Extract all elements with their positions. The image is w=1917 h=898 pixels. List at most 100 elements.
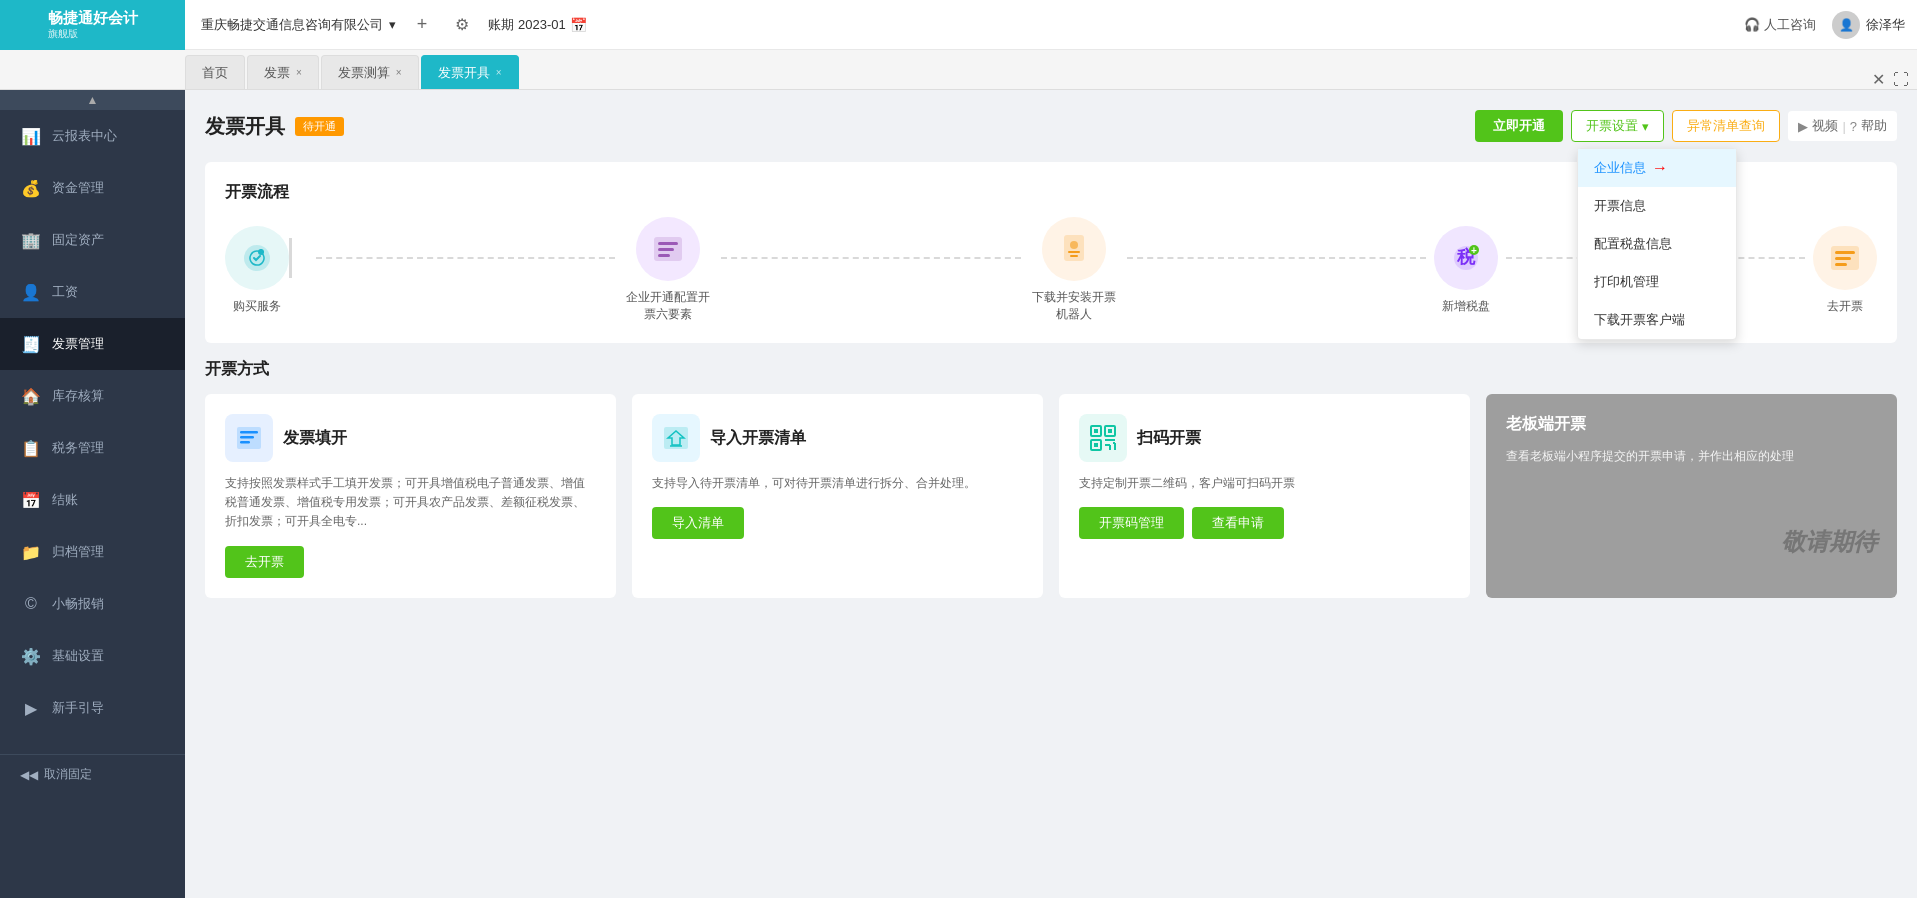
view-apply-button[interactable]: 查看申请 (1192, 507, 1284, 539)
header-actions: 立即开通 开票设置 ▾ 异常清单查询 ▶ 视频 | ? 帮助 (1475, 110, 1897, 142)
step4-label: 新增税盘 (1442, 298, 1490, 315)
close-issue-tab[interactable]: × (496, 67, 502, 78)
method-card-fill: 发票填开 支持按照发票样式手工填开发票；可开具增值税电子普通发票、增值税普通发票… (205, 394, 616, 598)
settings-dropdown-menu: 企业信息 → 开票信息 配置税盘信息 打印机管理 下 (1577, 148, 1737, 340)
dropdown-item-invoice-info[interactable]: 开票信息 (1578, 187, 1736, 225)
tab-close-icon[interactable]: ✕ (1872, 70, 1885, 89)
fill-header: 发票填开 (225, 414, 596, 462)
sidebar-scroll-up[interactable]: ▲ (0, 90, 185, 110)
sidebar-item-salary[interactable]: 👤 工资 (0, 266, 185, 318)
user-info[interactable]: 👤 徐泽华 (1832, 11, 1905, 39)
sidebar-item-funds[interactable]: 💰 资金管理 (0, 162, 185, 214)
svg-rect-10 (1068, 251, 1080, 253)
svg-text:+: + (1471, 245, 1477, 256)
step3-label: 下载并安装开票机器人 (1029, 289, 1119, 323)
dropdown-item-tax-config[interactable]: 配置税盘信息 (1578, 225, 1736, 263)
sidebar-cancel-fixed[interactable]: ◀◀ 取消固定 (0, 754, 185, 794)
invoice-icon: 🧾 (20, 333, 42, 355)
company-dropdown-icon: ▾ (389, 17, 396, 32)
boss-desc: 查看老板端小程序提交的开票申请，并作出相应的处理 (1506, 447, 1877, 466)
sidebar: ▲ 📊 云报表中心 💰 资金管理 🏢 固定资产 👤 工资 🧾 发票管理 (0, 90, 185, 898)
calendar-icon[interactable]: 📅 (570, 17, 587, 33)
settings-icon[interactable]: ⚙ (448, 11, 476, 39)
step5-label: 去开票 (1827, 298, 1863, 315)
flow-step-4: 税+ 新增税盘 (1434, 226, 1498, 315)
tab-invoice-issue[interactable]: 发票开具 × (421, 55, 519, 89)
sidebar-item-settings[interactable]: ⚙️ 基础设置 (0, 630, 185, 682)
tab-invoice[interactable]: 发票 × (247, 55, 319, 89)
step2-label: 企业开通配置开票六要素 (623, 289, 713, 323)
import-button[interactable]: 导入清单 (652, 507, 744, 539)
help-icon[interactable]: ? (1850, 119, 1857, 134)
svg-rect-6 (658, 248, 674, 251)
connector-dots-1 (308, 257, 623, 259)
svg-rect-7 (658, 254, 670, 257)
svg-rect-21 (240, 431, 258, 434)
logo-area: 畅捷通好会计 旗舰版 (0, 0, 185, 50)
tab-invoice-calc[interactable]: 发票测算 × (321, 55, 419, 89)
top-actions: + ⚙ 账期 2023-01 📅 (408, 11, 587, 39)
settings-button[interactable]: 开票设置 ▾ (1571, 110, 1664, 142)
dropdown-item-download-client[interactable]: 下载开票客户端 (1578, 301, 1736, 339)
svg-rect-28 (1094, 429, 1098, 433)
play-icon[interactable]: ▶ (1798, 119, 1808, 134)
step3-icon (1042, 217, 1106, 281)
scan-desc: 支持定制开票二维码，客户端可扫码开票 (1079, 474, 1450, 493)
fill-icon (225, 414, 273, 462)
import-icon (652, 414, 700, 462)
expense-icon: © (20, 593, 42, 615)
sidebar-item-close[interactable]: 📅 结账 (0, 474, 185, 526)
svg-rect-30 (1094, 443, 1098, 447)
content-area: 发票开具 待开通 立即开通 开票设置 ▾ 异常清单查询 ▶ 视频 | ? (185, 90, 1917, 898)
svg-rect-23 (240, 441, 250, 444)
page-header: 发票开具 待开通 立即开通 开票设置 ▾ 异常清单查询 ▶ 视频 | ? (205, 110, 1897, 142)
top-right: 🎧 人工咨询 👤 徐泽华 (1744, 11, 1905, 39)
close-invoice-tab[interactable]: × (296, 67, 302, 78)
period-display: 账期 2023-01 📅 (488, 16, 587, 34)
inventory-icon: 🏠 (20, 385, 42, 407)
sidebar-item-fixedassets[interactable]: 🏢 固定资产 (0, 214, 185, 266)
tab-home[interactable]: 首页 (185, 55, 245, 89)
sidebar-item-yunreport[interactable]: 📊 云报表中心 (0, 110, 185, 162)
method-card-scan: 扫码开票 支持定制开票二维码，客户端可扫码开票 开票码管理 查看申请 (1059, 394, 1470, 598)
svg-rect-18 (1835, 257, 1851, 260)
boss-header: 老板端开票 (1506, 414, 1877, 435)
dropdown-item-printer[interactable]: 打印机管理 (1578, 263, 1736, 301)
sidebar-item-archive[interactable]: 📁 归档管理 (0, 526, 185, 578)
svg-rect-22 (240, 436, 254, 439)
tab-expand-icon[interactable]: ⛶ (1893, 71, 1909, 89)
dropdown-arrow: → (1652, 159, 1668, 177)
flow-step-3: 下载并安装开票机器人 (1029, 217, 1119, 323)
fill-go-button[interactable]: 去开票 (225, 546, 304, 578)
svg-point-9 (1070, 241, 1078, 249)
qr-manage-button[interactable]: 开票码管理 (1079, 507, 1184, 539)
consult-button[interactable]: 🎧 人工咨询 (1744, 16, 1816, 34)
video-help-area: ▶ 视频 | ? 帮助 (1788, 111, 1897, 141)
close-calc-tab[interactable]: × (396, 67, 402, 78)
sidebar-item-expense[interactable]: © 小畅报销 (0, 578, 185, 630)
sidebar-item-tax[interactable]: 📋 税务管理 (0, 422, 185, 474)
step5-icon (1813, 226, 1877, 290)
svg-rect-29 (1108, 429, 1112, 433)
fixedassets-icon: 🏢 (20, 229, 42, 251)
exception-button[interactable]: 异常清单查询 (1672, 110, 1780, 142)
sidebar-item-guide[interactable]: ▶ 新手引导 (0, 682, 185, 734)
svg-rect-19 (1835, 263, 1847, 266)
connector-dots-3 (1119, 257, 1434, 259)
status-badge: 待开通 (295, 117, 344, 136)
add-button[interactable]: + (408, 11, 436, 39)
svg-rect-5 (658, 242, 678, 245)
guide-icon: ▶ (20, 697, 42, 719)
connector-1 (289, 238, 292, 278)
dropdown-item-company[interactable]: 企业信息 → (1578, 149, 1736, 187)
scan-title: 扫码开票 (1137, 428, 1201, 449)
methods-section: 开票方式 发票填开 支持按照发票样式手工填开发票；可开具增值税电子普通发票、增值… (205, 359, 1897, 598)
flow-step-5: 去开票 (1813, 226, 1877, 315)
sidebar-item-invoice[interactable]: 🧾 发票管理 (0, 318, 185, 370)
activate-button[interactable]: 立即开通 (1475, 110, 1563, 142)
import-desc: 支持导入待开票清单，可对待开票清单进行拆分、合并处理。 (652, 474, 1023, 493)
scan-icon (1079, 414, 1127, 462)
company-selector[interactable]: 重庆畅捷交通信息咨询有限公司 ▾ (201, 16, 396, 34)
sidebar-item-inventory[interactable]: 🏠 库存核算 (0, 370, 185, 422)
step1-icon (225, 226, 289, 290)
